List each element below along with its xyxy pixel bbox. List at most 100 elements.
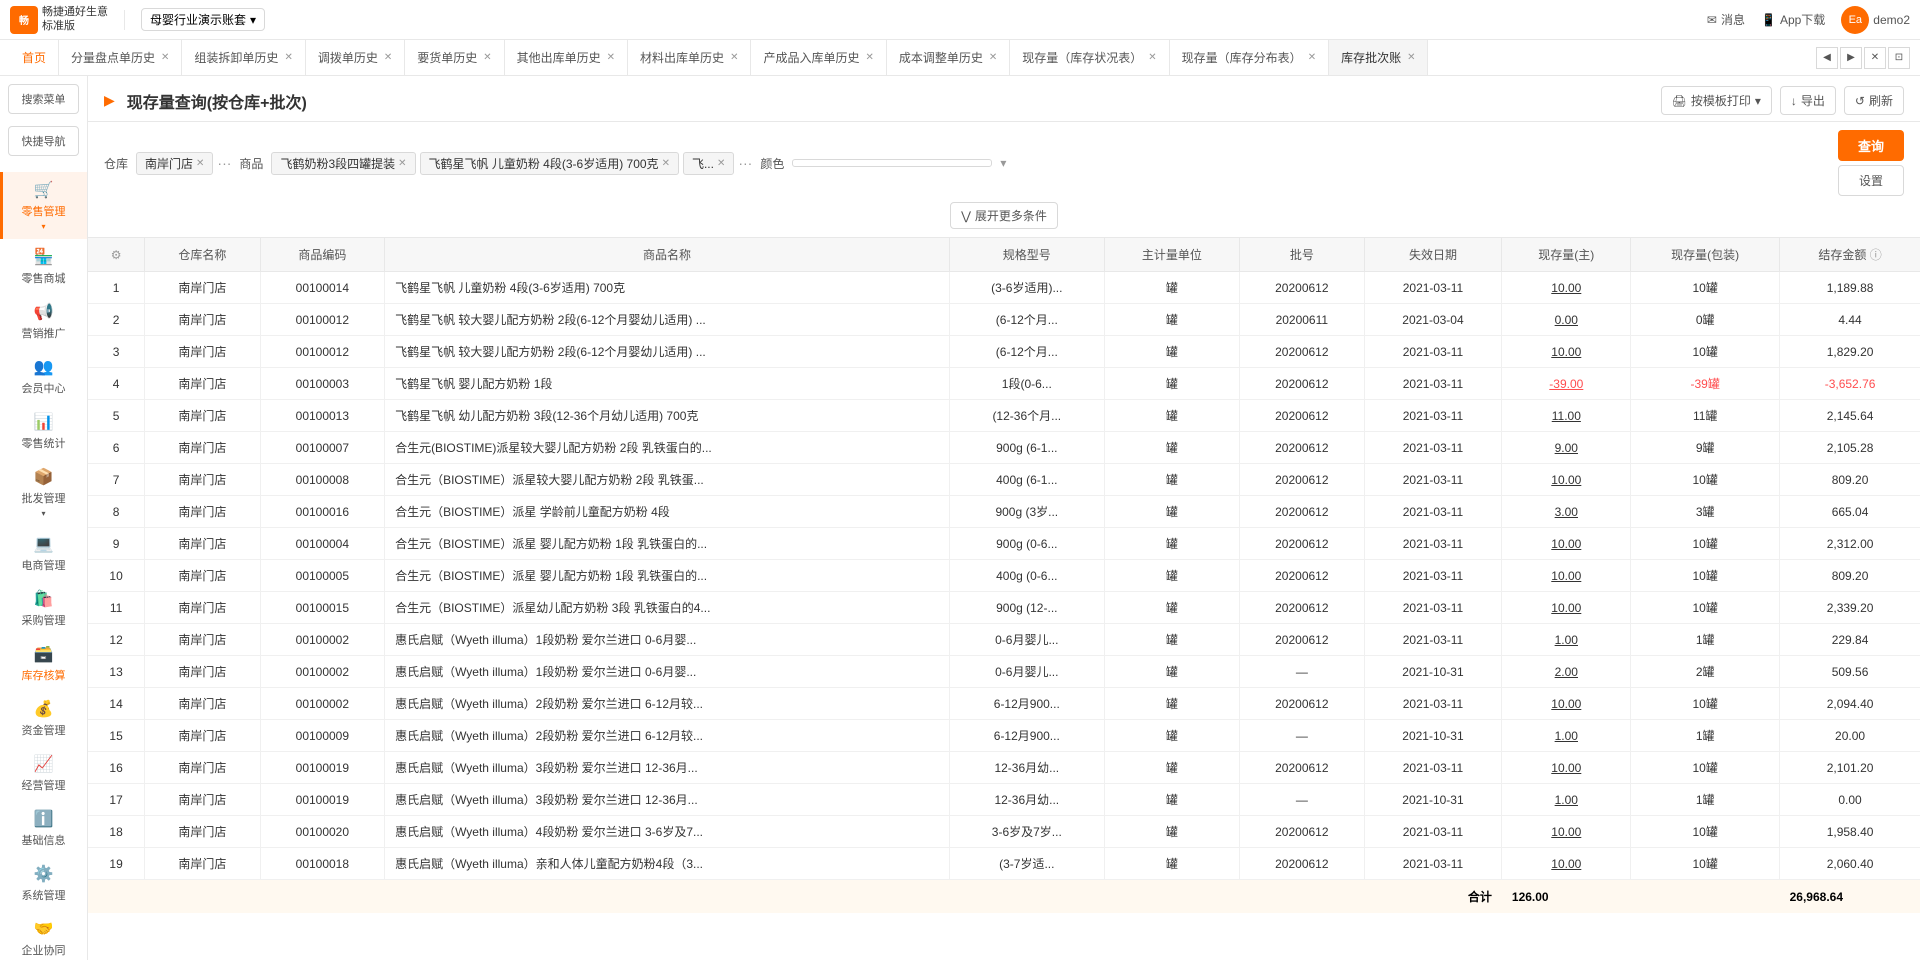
tab-5[interactable]: 其他出库单历史 ✕: [505, 40, 628, 76]
remove-product-tag-3[interactable]: ✕: [717, 158, 725, 169]
sidebar-item-wholesale[interactable]: 📦 批发管理 ▾: [0, 459, 87, 526]
cell-qty-main[interactable]: 10.00: [1502, 560, 1631, 592]
workspace-selector[interactable]: 母婴行业演示账套 ▾: [141, 8, 265, 31]
cell-qty-main[interactable]: 2.00: [1502, 656, 1631, 688]
close-tab-6[interactable]: ✕: [730, 52, 738, 63]
cell-no: 6: [88, 432, 145, 464]
total-label: 合计: [260, 880, 1502, 914]
tab-9[interactable]: 现存量（库存状况表） ✕: [1010, 40, 1169, 76]
cell-qty-main[interactable]: -39.00: [1502, 368, 1631, 400]
expand-arrow-icon[interactable]: ▶: [104, 92, 115, 109]
settings-col-icon[interactable]: ⚙: [111, 248, 122, 262]
sidebar-item-collab[interactable]: 🤝 企业协同: [0, 911, 87, 960]
cell-qty-main[interactable]: 10.00: [1502, 272, 1631, 304]
sidebar-item-ecommerce[interactable]: 💻 电商管理: [0, 526, 87, 581]
close-tab-3[interactable]: ✕: [384, 52, 392, 63]
nav-more-btn[interactable]: ⊡: [1888, 47, 1910, 69]
nav-next-btn[interactable]: ▶: [1840, 47, 1862, 69]
cell-batch: 20200612: [1240, 400, 1364, 432]
tab-7[interactable]: 产成品入库单历史 ✕: [751, 40, 886, 76]
sidebar-item-retail-stats[interactable]: 📊 零售统计: [0, 404, 87, 459]
color-dropdown-icon[interactable]: ▾: [1000, 156, 1006, 170]
cell-qty-main[interactable]: 10.00: [1502, 464, 1631, 496]
close-tab-10[interactable]: ✕: [1308, 52, 1316, 63]
remove-warehouse-tag[interactable]: ✕: [196, 158, 204, 169]
close-tab-1[interactable]: ✕: [161, 52, 169, 63]
warehouse-tag-group: 南岸门店 ✕ ···: [136, 152, 231, 175]
amount-info-icon[interactable]: ⓘ: [1870, 248, 1882, 262]
message-button[interactable]: ✉ 消息: [1707, 11, 1745, 28]
search-menu-button[interactable]: 搜索菜单: [8, 84, 79, 114]
close-tab-8[interactable]: ✕: [989, 52, 997, 63]
product-more-btn[interactable]: ···: [738, 155, 752, 171]
tab-3[interactable]: 调拨单历史 ✕: [306, 40, 405, 76]
cell-code: 00100014: [260, 272, 384, 304]
cell-qty-main[interactable]: 1.00: [1502, 624, 1631, 656]
expand-more-btn[interactable]: ⋁ 展开更多条件: [950, 202, 1058, 229]
tab-8[interactable]: 成本调整单历史 ✕: [887, 40, 1010, 76]
sidebar-item-finance[interactable]: 💰 资金管理: [0, 691, 87, 746]
tab-10[interactable]: 现存量（库存分布表） ✕: [1170, 40, 1329, 76]
cell-amount: 20.00: [1780, 720, 1920, 752]
tab-4[interactable]: 要货单历史 ✕: [405, 40, 504, 76]
tab-home[interactable]: 首页: [10, 40, 59, 76]
app-download-button[interactable]: 📱 App下载: [1761, 11, 1825, 28]
cell-qty-main[interactable]: 9.00: [1502, 432, 1631, 464]
user-profile[interactable]: Ea demo2: [1841, 6, 1910, 34]
cell-qty-main[interactable]: 1.00: [1502, 784, 1631, 816]
sidebar-nav: 🛒 零售管理 ▾ 🏪 零售商城 📢 营销推广 👥 会员中心 📊 零售统计: [0, 168, 87, 960]
sidebar-item-basic-info[interactable]: ℹ️ 基础信息: [0, 801, 87, 856]
color-input[interactable]: [792, 159, 992, 167]
print-button[interactable]: 🖨 按模板打印 ▾: [1661, 86, 1772, 115]
sidebar-item-purchase[interactable]: 🛍️ 采购管理: [0, 581, 87, 636]
sidebar-item-marketing[interactable]: 📢 营销推广: [0, 294, 87, 349]
sidebar-item-retail-mgmt[interactable]: 🛒 零售管理 ▾: [0, 172, 87, 239]
cell-qty-main[interactable]: 10.00: [1502, 592, 1631, 624]
sidebar-item-inventory[interactable]: 🗃️ 库存核算: [0, 636, 87, 691]
table-row: 6 南岸门店 00100007 合生元(BIOSTIME)派星较大婴儿配方奶粉 …: [88, 432, 1920, 464]
cell-qty-main[interactable]: 3.00: [1502, 496, 1631, 528]
refresh-button[interactable]: ↺ 刷新: [1844, 86, 1904, 115]
export-button[interactable]: ↓ 导出: [1780, 86, 1836, 115]
cell-qty-main[interactable]: 10.00: [1502, 816, 1631, 848]
cell-qty-main[interactable]: 10.00: [1502, 336, 1631, 368]
settings-button[interactable]: 设置: [1838, 165, 1904, 196]
tab-1[interactable]: 分量盘点单历史 ✕: [59, 40, 182, 76]
close-tab-4[interactable]: ✕: [483, 52, 491, 63]
quick-nav-button[interactable]: 快捷导航: [8, 126, 79, 156]
cell-qty-main[interactable]: 1.00: [1502, 720, 1631, 752]
member-icon: 👥: [34, 357, 54, 377]
sidebar-item-operations[interactable]: 📈 经营管理: [0, 746, 87, 801]
remove-product-tag-2[interactable]: ✕: [662, 158, 670, 169]
cell-amount: -3,652.76: [1780, 368, 1920, 400]
col-qty-main: 现存量(主): [1502, 238, 1631, 272]
cell-qty-main[interactable]: 10.00: [1502, 848, 1631, 880]
close-tab-5[interactable]: ✕: [607, 52, 615, 63]
close-tab-2[interactable]: ✕: [284, 52, 292, 63]
tab-11[interactable]: 库存批次账 ✕: [1329, 40, 1428, 76]
warehouse-more-btn[interactable]: ···: [217, 155, 231, 171]
cell-no: 8: [88, 496, 145, 528]
tab-6[interactable]: 材料出库单历史 ✕: [628, 40, 751, 76]
nav-close-btn[interactable]: ✕: [1864, 47, 1886, 69]
table-row: 11 南岸门店 00100015 合生元（BIOSTIME）派星幼儿配方奶粉 3…: [88, 592, 1920, 624]
query-button[interactable]: 查询: [1838, 130, 1904, 161]
sidebar-item-retail-mall[interactable]: 🏪 零售商城: [0, 239, 87, 294]
cell-qty-main[interactable]: 11.00: [1502, 400, 1631, 432]
main-layout: 搜索菜单 快捷导航 🛒 零售管理 ▾ 🏪 零售商城 📢 营销推广: [0, 76, 1920, 960]
cell-qty-main[interactable]: 0.00: [1502, 304, 1631, 336]
col-settings[interactable]: ⚙: [88, 238, 145, 272]
remove-product-tag-1[interactable]: ✕: [398, 158, 406, 169]
close-tab-11[interactable]: ✕: [1407, 52, 1415, 63]
nav-prev-btn[interactable]: ◀: [1816, 47, 1838, 69]
cell-qty-main[interactable]: 10.00: [1502, 752, 1631, 784]
cell-expire: 2021-03-11: [1364, 272, 1502, 304]
cell-qty-main[interactable]: 10.00: [1502, 528, 1631, 560]
cell-qty-main[interactable]: 10.00: [1502, 688, 1631, 720]
close-tab-7[interactable]: ✕: [865, 52, 873, 63]
cell-unit: 罐: [1104, 432, 1240, 464]
close-tab-9[interactable]: ✕: [1148, 52, 1156, 63]
tab-2[interactable]: 组装拆卸单历史 ✕: [182, 40, 305, 76]
sidebar-item-system[interactable]: ⚙️ 系统管理: [0, 856, 87, 911]
sidebar-item-member[interactable]: 👥 会员中心: [0, 349, 87, 404]
